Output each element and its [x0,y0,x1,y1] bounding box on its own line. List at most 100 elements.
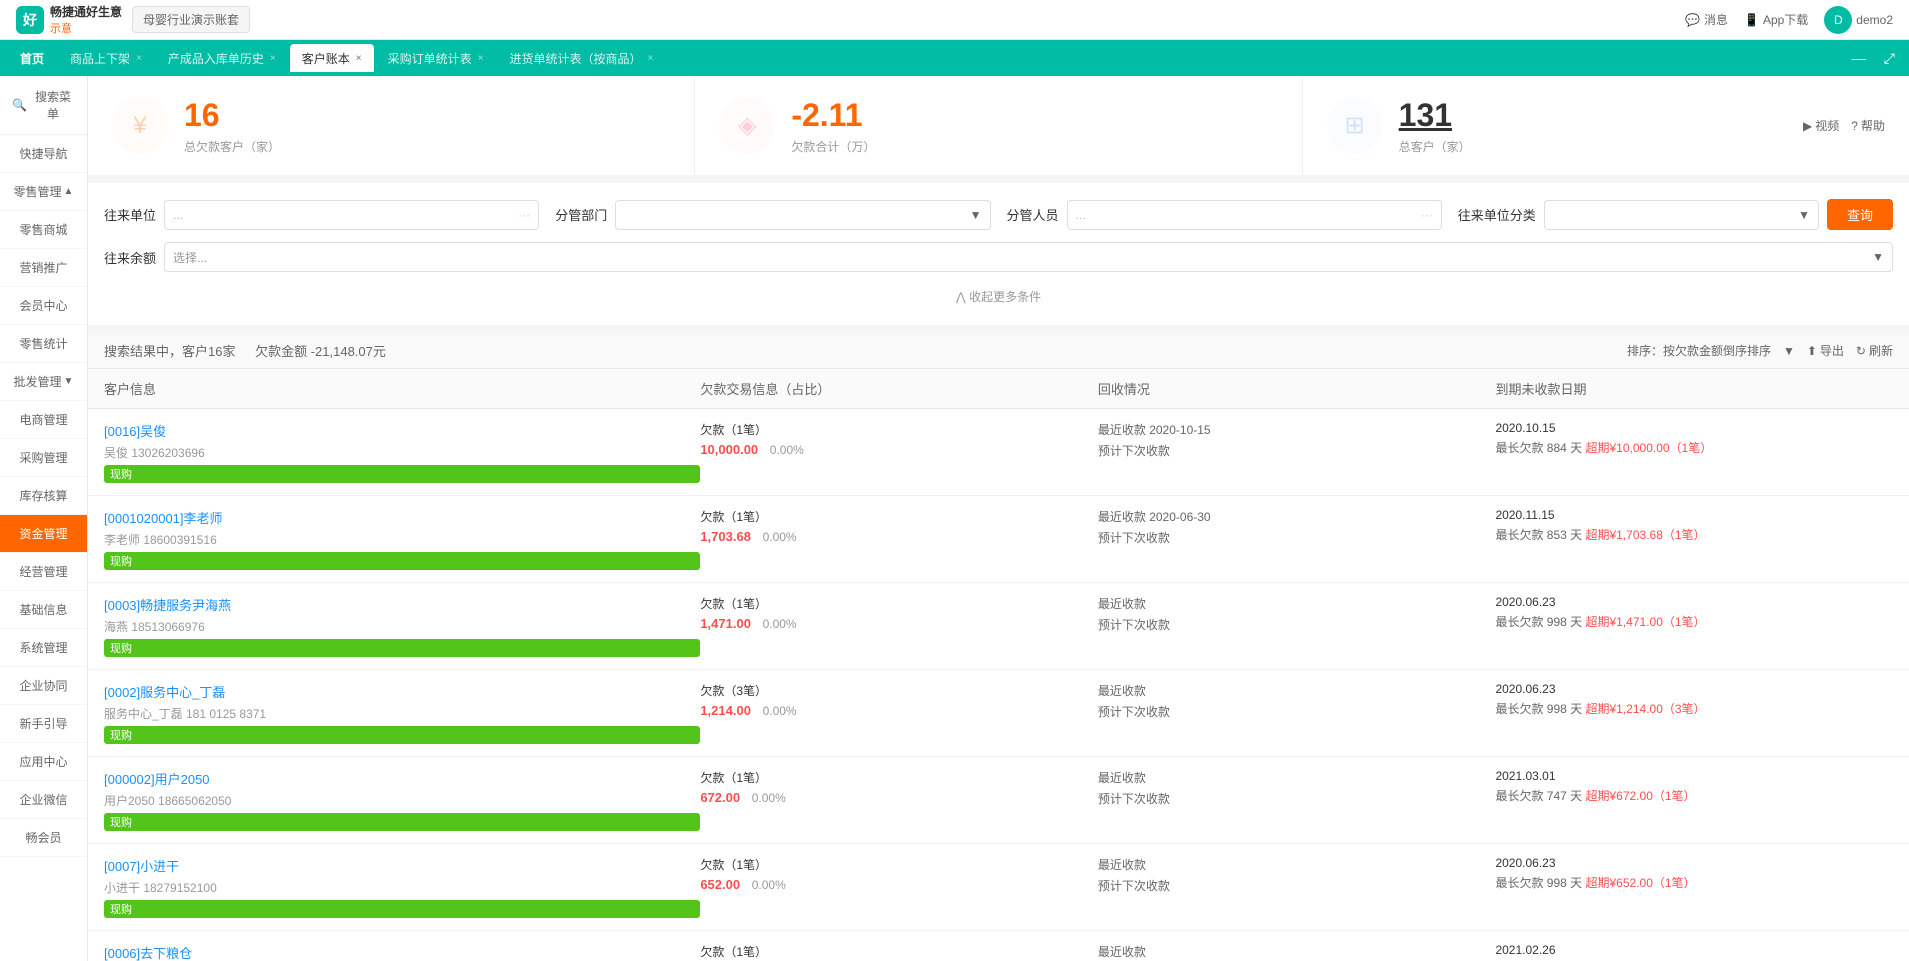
payback-info-6: 最近收款 预计下次收款 [1098,943,1496,961]
sidebar-item-purchase-mgmt[interactable]: 采购管理 [0,439,87,477]
manager-label: 分管人员 [1007,205,1059,224]
overdue-days-1: 最长欠款 853 天 [1495,528,1582,542]
app-download-button[interactable]: 📱 App下载 [1744,11,1808,28]
collapse-row[interactable]: ⋀ 收起更多条件 [104,284,1893,309]
debt-percent-4: 0.00% [752,791,786,805]
user-menu[interactable]: D demo2 [1824,6,1893,34]
last-payment-1: 最近收款 2020-06-30 [1098,508,1496,525]
sidebar-item-retail-mall[interactable]: 零售商城 [0,211,87,249]
next-payment-0: 预计下次收款 [1098,442,1496,459]
tab-product-listing[interactable]: 商品上下架 × [58,44,154,72]
tab-production-history[interactable]: 产成品入库单历史 × [156,44,288,72]
chevron-down-icon-6[interactable]: ▼ [1783,344,1795,358]
chevron-down-icon-2: ▼ [64,376,74,387]
overdue-amount-3[interactable]: 超期¥1,214.00（3笔） [1585,702,1705,716]
customer-phone-0: 吴俊 13026203696 [104,444,700,461]
debt-count-4: 欠款（1笔） [700,769,1098,786]
sidebar-item-wholesale-mgmt[interactable]: 批发管理 ▼ [0,363,87,401]
close-tab-goods[interactable]: × [647,53,653,64]
last-payment-5: 最近收款 [1098,856,1496,873]
stat-icon-building: ⊞ [1327,98,1383,154]
unit-category-select[interactable]: ▼ [1544,200,1819,230]
customer-info-1: [0001020001]李老师 李老师 18600391516 现购 [104,508,700,570]
sidebar-item-ecommerce[interactable]: 电商管理 [0,401,87,439]
customer-name-6[interactable]: [0006]去下粮仓 [104,943,700,961]
customer-name-5[interactable]: [0007]小进干 [104,856,700,875]
tab-purchase-order[interactable]: 采购订单统计表 × [376,44,496,72]
manager-input[interactable]: ... ··· [1067,200,1442,230]
export-button[interactable]: ⬆ 导出 [1807,342,1844,359]
sidebar-item-finance[interactable]: 资金管理 [0,515,87,553]
help-icon: ? [1851,119,1858,133]
customer-name-4[interactable]: [000002]用户2050 [104,769,700,788]
close-tab-purchase[interactable]: × [478,53,484,64]
overdue-info-3: 2020.06.23 最长欠款 998 天 超期¥1,214.00（3笔） [1495,682,1893,717]
sidebar-search-area: 🔍 搜索菜单 [0,76,87,135]
sidebar-item-member-center[interactable]: 会员中心 [0,287,87,325]
customer-name-2[interactable]: [0003]畅捷服务尹海燕 [104,595,700,614]
close-tab-customer[interactable]: × [356,53,362,64]
close-tab-production[interactable]: × [270,53,276,64]
sidebar-item-inventory[interactable]: 库存核算 [0,477,87,515]
search-menu-button[interactable]: 🔍 搜索菜单 [8,84,79,126]
header-payback: 回收情况 [1098,379,1496,398]
help-button[interactable]: ? 帮助 [1851,117,1885,134]
table-row: [0016]吴俊 吴俊 13026203696 现购 欠款（1笔） 10,000… [88,409,1909,496]
sidebar-item-apps[interactable]: 应用中心 [0,743,87,781]
search-button[interactable]: 查询 [1827,199,1893,230]
sidebar-item-operation[interactable]: 经营管理 [0,553,87,591]
sidebar-item-member[interactable]: 畅会员 [0,819,87,857]
overdue-amount-5[interactable]: 超期¥652.00（1笔） [1585,876,1695,890]
message-button[interactable]: 💬 消息 [1685,11,1728,28]
customer-name-1[interactable]: [0001020001]李老师 [104,508,700,527]
store-selector[interactable]: 母婴行业演示账套 [132,6,250,33]
overdue-amount-1[interactable]: 超期¥1,703.68（1笔） [1585,528,1705,542]
debt-amount-0: 10,000.00 [700,442,758,457]
tab-goods-stats[interactable]: 进货单统计表（按商品） × [497,44,665,72]
source-unit-input[interactable]: ... ··· [164,200,539,230]
debt-amount-2: 1,471.00 [700,616,751,631]
customer-info-6: [0006]去下粮仓 陈小希 现购 [104,943,700,961]
balance-select[interactable]: 选择... ▼ [164,242,1893,272]
sidebar-item-guide[interactable]: 新手引导 [0,705,87,743]
retail-mgmt-label: 零售管理 [14,183,62,200]
tab-customer-account[interactable]: 客户账本 × [290,44,374,72]
sidebar-item-basic-info[interactable]: 基础信息 [0,591,87,629]
department-select[interactable]: ▼ [615,200,990,230]
debt-amount-5: 652.00 [700,877,740,892]
overdue-amount-2[interactable]: 超期¥1,471.00（1笔） [1585,615,1705,629]
filter-balance: 往来余额 选择... ▼ [104,242,1893,272]
customer-name-0[interactable]: [0016]吴俊 [104,421,700,440]
customer-tag-3: 现购 [104,726,700,744]
stat-label-total: 总客户（家） [1399,138,1787,155]
avatar: D [1824,6,1852,34]
filter-department: 分管部门 ▼ [555,200,990,230]
tab-home[interactable]: 首页 [8,44,56,72]
video-button[interactable]: ▶ 视频 [1803,117,1839,134]
sidebar-item-system[interactable]: 系统管理 [0,629,87,667]
stat-actions: ▶ 视频 ? 帮助 [1803,117,1885,134]
maximize-tabs-button[interactable]: ⤢ [1878,48,1901,69]
sidebar-item-wechat[interactable]: 企业微信 [0,781,87,819]
refresh-button[interactable]: ↻ 刷新 [1856,342,1893,359]
stat-info-amount: -2.11 欠款合计（万） [791,96,1277,155]
nav-tabs-controls: — ⤢ [1846,48,1901,69]
sidebar-item-quick-nav[interactable]: 快捷导航 [0,135,87,173]
overdue-amount-0[interactable]: 超期¥10,000.00（1笔） [1585,441,1712,455]
close-tab-product[interactable]: × [136,53,142,64]
sidebar-item-marketing[interactable]: 营销推广 [0,249,87,287]
logo-icon: 好 [16,6,44,34]
sidebar-item-retail-mgmt[interactable]: 零售管理 ▲ [0,173,87,211]
sidebar-item-enterprise[interactable]: 企业协同 [0,667,87,705]
debt-amount-3: 1,214.00 [700,703,751,718]
due-date-4: 2021.03.01 [1495,769,1893,783]
customer-name-3[interactable]: [0002]服务中心_丁磊 [104,682,700,701]
quick-nav-label: 快捷导航 [19,145,67,162]
customer-tag-5: 现购 [104,900,700,918]
table-row: [0002]服务中心_丁磊 服务中心_丁磊 181 0125 8371 现购 欠… [88,670,1909,757]
sidebar-item-retail-stats[interactable]: 零售统计 [0,325,87,363]
balance-label: 往来余额 [104,248,156,267]
minimize-tabs-button[interactable]: — [1846,48,1872,69]
debt-percent-2: 0.00% [763,617,797,631]
overdue-amount-4[interactable]: 超期¥672.00（1笔） [1585,789,1695,803]
